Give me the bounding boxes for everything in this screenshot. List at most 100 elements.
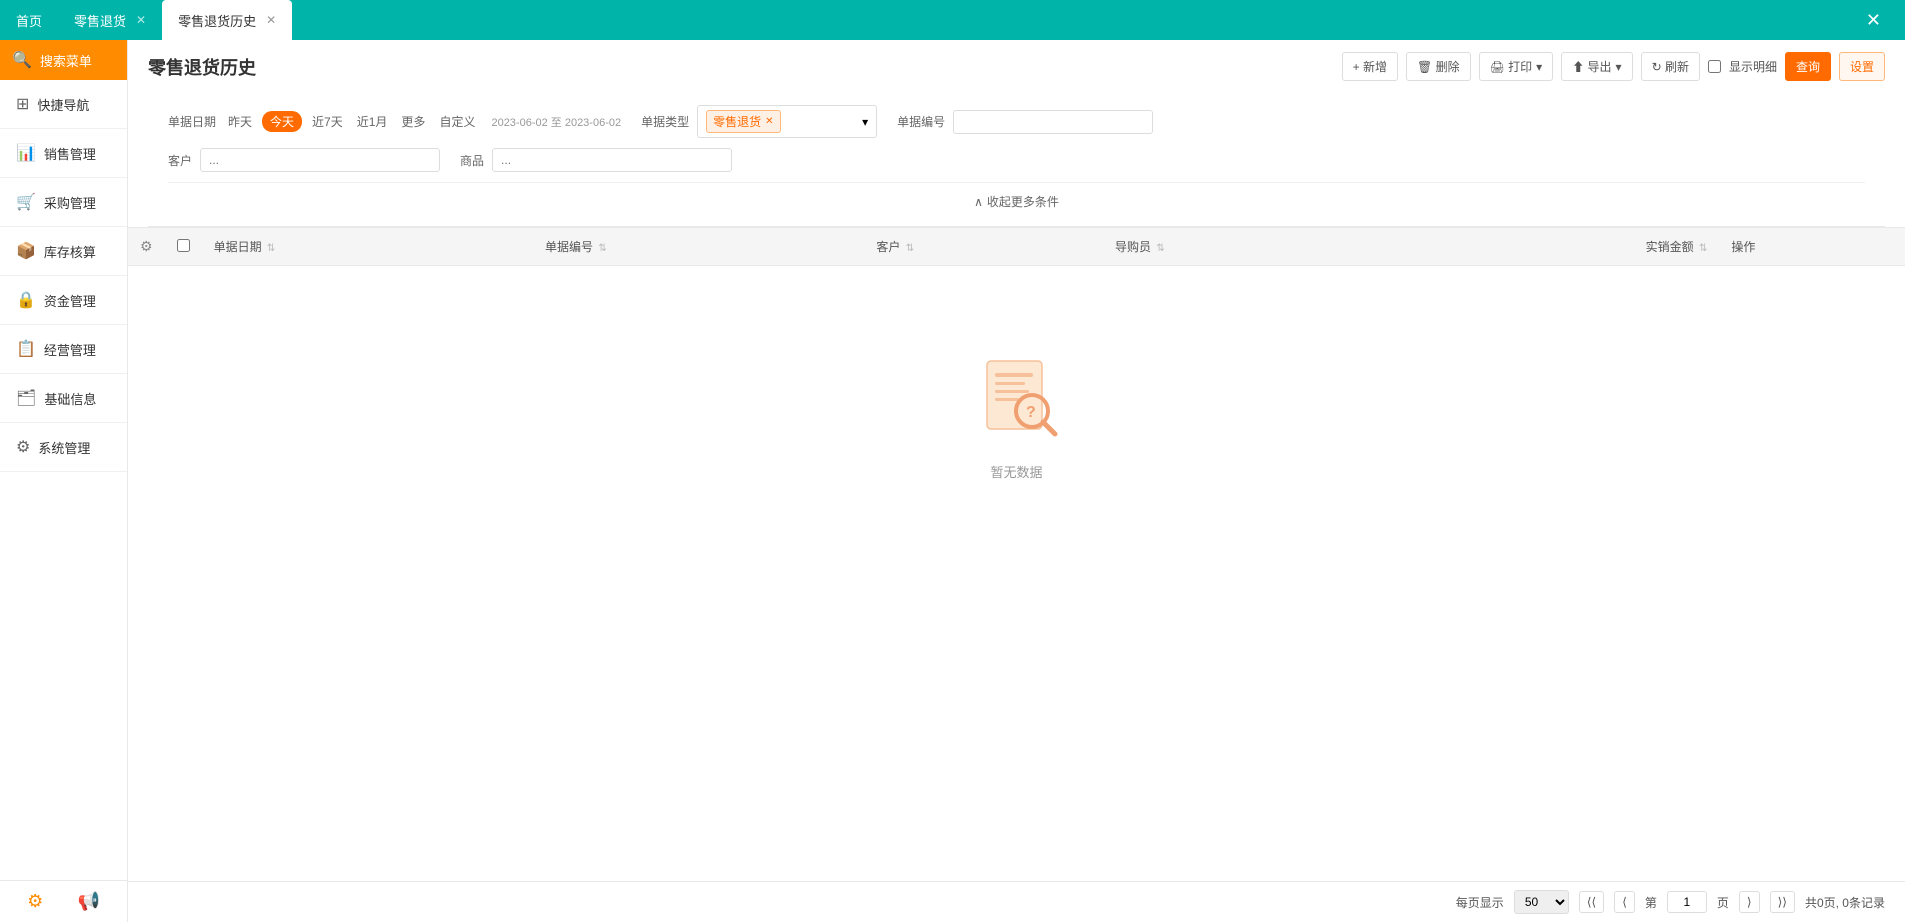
customer-label: 客户 — [168, 152, 192, 169]
top-bar: 首页 零售退货 ✕ 零售退货历史 ✕ ✕ — [0, 0, 1905, 40]
select-all-checkbox[interactable] — [177, 239, 190, 252]
sidebar-item-label: 资金管理 — [44, 291, 96, 310]
empty-text: 暂无数据 — [990, 462, 1042, 481]
top-bar-right: ✕ — [1858, 10, 1905, 31]
last1m-shortcut[interactable]: 近1月 — [353, 111, 392, 132]
date-filter-group: 单据日期 昨天 今天 近7天 近1月 更多 自定义 2023-06-02 至 2… — [168, 111, 621, 132]
last7-shortcut[interactable]: 近7天 — [308, 111, 347, 132]
sidebar-item-label: 经营管理 — [44, 340, 96, 359]
doc-type-dropdown-icon[interactable]: ▾ — [862, 115, 868, 129]
sidebar-item-purchase-mgmt[interactable]: 🛒 采购管理 — [0, 178, 127, 227]
collapse-icon: ∧ — [974, 195, 983, 209]
col-settings[interactable]: ⚙ — [128, 228, 165, 266]
base-info-icon: 🗂 — [16, 388, 36, 408]
print-button[interactable]: 🖨 打印 ▾ — [1479, 52, 1554, 81]
export-dropdown-icon[interactable]: ▾ — [1616, 60, 1622, 74]
goods-input[interactable] — [492, 148, 732, 172]
page-of-label: 页 — [1717, 894, 1729, 911]
speaker-icon[interactable]: 📢 — [77, 891, 99, 912]
refresh-button[interactable]: ↻ 刷新 — [1641, 52, 1700, 81]
sales-mgmt-icon: 📊 — [16, 143, 36, 163]
table-header-row: ⚙ 单据日期 ⇅ 单据编号 ⇅ — [128, 228, 1905, 266]
col-actual-amount[interactable]: 实销金额 ⇅ — [1388, 228, 1719, 266]
customer-sort-icon: ⇅ — [906, 243, 914, 254]
page-title: 零售退货历史 — [148, 54, 256, 80]
filter-row-2: 客户 商品 — [168, 148, 1865, 172]
goods-filter-group: 商品 — [460, 148, 732, 172]
display-toggle-checkbox[interactable] — [1708, 60, 1721, 73]
doc-type-label: 单据类型 — [641, 113, 689, 130]
customer-input[interactable] — [200, 148, 440, 172]
yesterday-shortcut[interactable]: 昨天 — [224, 111, 256, 132]
empty-state-row: ? 暂无数据 — [128, 266, 1905, 562]
ops-icon: 📋 — [16, 339, 36, 359]
doc-type-filter-group: 单据类型 零售退货 ✕ ▾ — [641, 105, 877, 138]
first-page-button[interactable]: ⟨⟨ — [1579, 891, 1604, 913]
sidebar-item-base-info[interactable]: 🗂 基础信息 — [0, 374, 127, 423]
sidebar-item-inventory[interactable]: 📦 库存核算 — [0, 227, 127, 276]
sidebar-item-finance-mgmt[interactable]: 🔒 资金管理 — [0, 276, 127, 325]
sidebar-search-label: 搜索菜单 — [40, 51, 92, 70]
per-page-select[interactable]: 20 50 100 200 — [1514, 890, 1569, 914]
per-page-label: 每页显示 — [1456, 894, 1504, 911]
print-dropdown-icon[interactable]: ▾ — [1536, 60, 1542, 74]
new-button[interactable]: + 新增 — [1342, 52, 1398, 81]
prev-page-button[interactable]: ⟨ — [1614, 891, 1635, 913]
col-checkbox[interactable] — [165, 228, 202, 266]
tab-retail-return[interactable]: 零售退货 ✕ — [58, 0, 162, 40]
query-button[interactable]: 查询 — [1785, 52, 1831, 81]
collapse-button[interactable]: ∧ 收起更多条件 — [958, 189, 1075, 214]
sidebar-search[interactable]: 🔍 搜索菜单 — [0, 40, 127, 80]
guide-sort-icon: ⇅ — [1156, 243, 1164, 254]
table-wrapper: ⚙ 单据日期 ⇅ 单据编号 ⇅ — [128, 228, 1905, 881]
doc-no-input[interactable] — [953, 110, 1153, 134]
settings-button[interactable]: 设置 — [1839, 52, 1885, 81]
col-doc-date[interactable]: 单据日期 ⇅ — [202, 228, 533, 266]
quick-nav-icon: ⊞ — [16, 94, 29, 114]
sidebar-item-label: 快捷导航 — [37, 95, 89, 114]
custom-shortcut[interactable]: 自定义 — [435, 111, 479, 132]
delete-button[interactable]: 🗑 删除 — [1406, 52, 1471, 81]
window-close-button[interactable]: ✕ — [1858, 10, 1889, 31]
tab-retail-return-history-close[interactable]: ✕ — [266, 13, 276, 27]
sidebar-bottom: ⚙ 📢 — [0, 880, 127, 922]
tab-retail-return-close[interactable]: ✕ — [136, 13, 146, 27]
more-shortcut[interactable]: 更多 — [397, 111, 429, 132]
display-toggle[interactable]: 显示明细 — [1708, 58, 1777, 75]
next-page-button[interactable]: ⟩ — [1739, 891, 1760, 913]
table-body: ? 暂无数据 — [128, 266, 1905, 562]
today-shortcut[interactable]: 今天 — [262, 111, 302, 132]
filter-row-1: 单据日期 昨天 今天 近7天 近1月 更多 自定义 2023-06-02 至 2… — [168, 105, 1865, 138]
doc-type-tag-close[interactable]: ✕ — [765, 116, 773, 127]
sidebar-item-label: 采购管理 — [44, 193, 96, 212]
page-title-row: 零售退货历史 + 新增 🗑 删除 🖨 打印 ▾ ⬆ 导出 ▾ ↻ 刷新 — [148, 52, 1885, 81]
sidebar-nav: ⊞ 快捷导航 📊 销售管理 🛒 采购管理 📦 库存核算 🔒 资金管理 📋 — [0, 80, 127, 880]
search-icon: 🔍 — [12, 50, 32, 70]
col-customer[interactable]: 客户 ⇅ — [864, 228, 1103, 266]
tab-retail-return-history[interactable]: 零售退货历史 ✕ — [162, 0, 292, 40]
col-doc-no[interactable]: 单据编号 ⇅ — [533, 228, 864, 266]
doc-type-tag: 零售退货 ✕ — [706, 110, 780, 133]
column-settings-icon[interactable]: ⚙ — [140, 238, 153, 254]
tab-home[interactable]: 首页 — [0, 0, 58, 40]
page-header: 零售退货历史 + 新增 🗑 删除 🖨 打印 ▾ ⬆ 导出 ▾ ↻ 刷新 — [128, 40, 1905, 228]
filter-area: 单据日期 昨天 今天 近7天 近1月 更多 自定义 2023-06-02 至 2… — [148, 93, 1885, 227]
content-area: 零售退货历史 + 新增 🗑 删除 🖨 打印 ▾ ⬆ 导出 ▾ ↻ 刷新 — [128, 40, 1905, 922]
export-button[interactable]: ⬆ 导出 ▾ — [1561, 52, 1632, 81]
settings-gear-icon[interactable]: ⚙ — [27, 891, 43, 912]
doc-type-select[interactable]: 零售退货 ✕ ▾ — [697, 105, 877, 138]
doc-date-sort-icon: ⇅ — [267, 243, 275, 254]
sidebar-item-sys-mgmt[interactable]: ⚙ 系统管理 — [0, 423, 127, 472]
toolbar-buttons: + 新增 🗑 删除 🖨 打印 ▾ ⬆ 导出 ▾ ↻ 刷新 显示明细 — [1342, 52, 1885, 81]
tab-list: 首页 零售退货 ✕ 零售退货历史 ✕ — [0, 0, 1858, 40]
page-input[interactable] — [1667, 891, 1707, 913]
doc-no-sort-icon: ⇅ — [598, 243, 606, 254]
sidebar-item-quick-nav[interactable]: ⊞ 快捷导航 — [0, 80, 127, 129]
last-page-button[interactable]: ⟩⟩ — [1770, 891, 1795, 913]
col-guide[interactable]: 导购员 ⇅ — [1103, 228, 1388, 266]
doc-no-filter-group: 单据编号 — [897, 110, 1153, 134]
sidebar-item-ops-mgmt[interactable]: 📋 经营管理 — [0, 325, 127, 374]
sidebar-item-label: 销售管理 — [44, 144, 96, 163]
sidebar-item-sales-mgmt[interactable]: 📊 销售管理 — [0, 129, 127, 178]
customer-filter-group: 客户 — [168, 148, 440, 172]
